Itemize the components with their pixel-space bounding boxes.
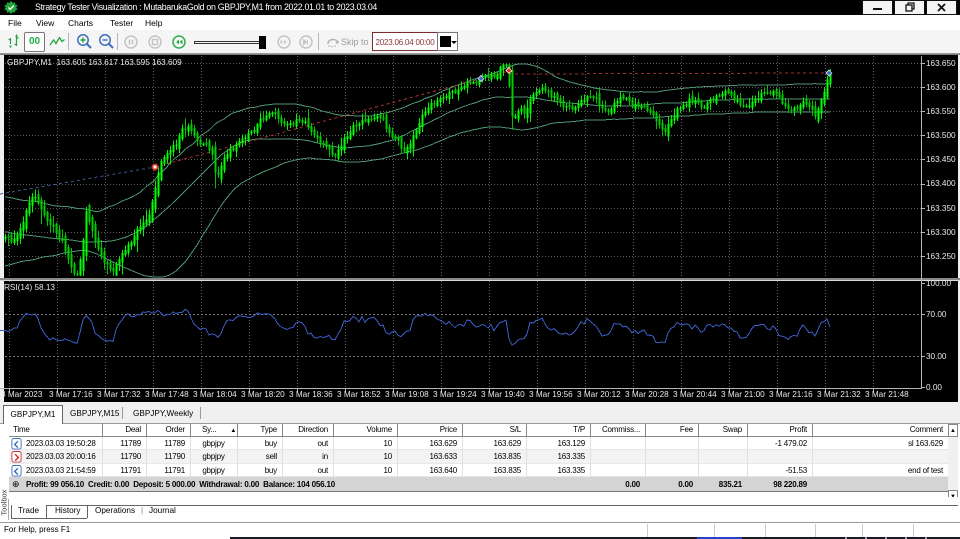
svg-text:30.00: 30.00 [926, 352, 947, 361]
svg-text:0.00: 0.00 [926, 383, 942, 392]
svg-text:3 Mar 19:56: 3 Mar 19:56 [529, 390, 573, 399]
svg-text:100.00: 100.00 [926, 279, 951, 288]
svg-text:3 Mar 17:48: 3 Mar 17:48 [145, 390, 189, 399]
svg-text:163.650: 163.650 [926, 59, 956, 68]
svg-text:3 Mar 21:16: 3 Mar 21:16 [769, 390, 813, 399]
svg-text:3 Mar 20:28: 3 Mar 20:28 [625, 390, 669, 399]
svg-text:163.250: 163.250 [926, 252, 956, 261]
svg-text:3 Mar 18:20: 3 Mar 18:20 [241, 390, 285, 399]
svg-text:163.350: 163.350 [926, 204, 956, 213]
svg-text:3 Mar 19:08: 3 Mar 19:08 [385, 390, 429, 399]
svg-text:3 Mar 2023: 3 Mar 2023 [1, 390, 43, 399]
svg-text:70.00: 70.00 [926, 310, 947, 319]
svg-text:3 Mar 19:24: 3 Mar 19:24 [433, 390, 477, 399]
svg-text:3 Mar 19:40: 3 Mar 19:40 [481, 390, 525, 399]
svg-text:3 Mar 21:00: 3 Mar 21:00 [721, 390, 765, 399]
svg-text:163.300: 163.300 [926, 228, 956, 237]
svg-text:163.500: 163.500 [926, 131, 956, 140]
svg-text:163.450: 163.450 [926, 155, 956, 164]
svg-text:3 Mar 18:36: 3 Mar 18:36 [289, 390, 333, 399]
svg-text:163.550: 163.550 [926, 107, 956, 116]
svg-text:3 Mar 17:16: 3 Mar 17:16 [49, 390, 93, 399]
svg-text:3 Mar 18:04: 3 Mar 18:04 [193, 390, 237, 399]
svg-text:3 Mar 18:52: 3 Mar 18:52 [337, 390, 381, 399]
svg-text:3 Mar 20:44: 3 Mar 20:44 [673, 390, 717, 399]
svg-text:GBPJPY,M1 163.605 163.617 163: GBPJPY,M1 163.605 163.617 163.595 163.60… [7, 58, 182, 67]
svg-text:163.600: 163.600 [926, 83, 956, 92]
svg-text:3 Mar 17:32: 3 Mar 17:32 [97, 390, 141, 399]
svg-text:RSI(14) 58.13: RSI(14) 58.13 [4, 283, 55, 292]
svg-text:3 Mar 20:12: 3 Mar 20:12 [577, 390, 621, 399]
svg-text:3 Mar 21:48: 3 Mar 21:48 [865, 390, 909, 399]
svg-text:163.400: 163.400 [926, 179, 956, 188]
svg-text:3 Mar 21:32: 3 Mar 21:32 [817, 390, 861, 399]
